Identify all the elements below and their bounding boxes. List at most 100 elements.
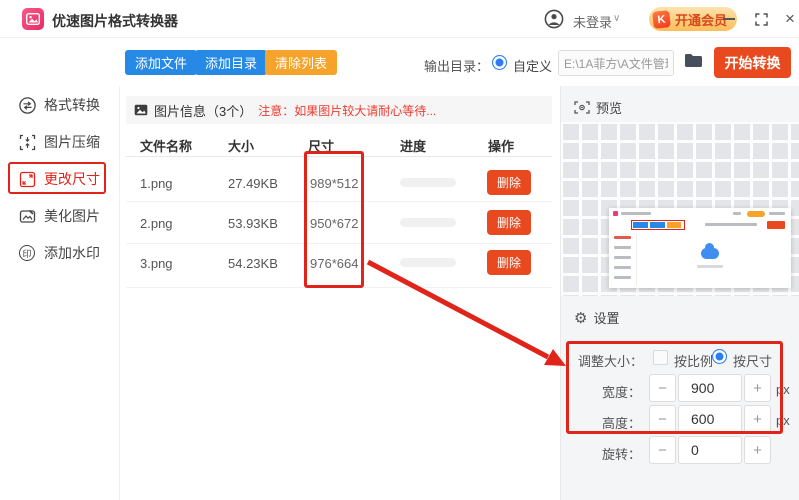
titlebar: 优速图片格式转换器 未登录 ∨ K 开通会员 × [0, 0, 799, 38]
sidebar: 格式转换 图片压缩 更改尺寸 美化图片 印 添加水印 [0, 86, 120, 500]
start-convert-button[interactable]: 开始转换 [714, 47, 791, 78]
browse-folder-icon[interactable] [684, 53, 703, 73]
toolbar: 添加文件 添加目录 清除列表 输出目录： 自定义 开始转换 [0, 38, 799, 86]
height-increment-button[interactable]: + [744, 405, 771, 433]
rotate-input[interactable] [678, 436, 742, 464]
thumb-user-line [733, 212, 741, 215]
sidebar-item-resize[interactable]: 更改尺寸 [18, 168, 100, 190]
width-label: 宽度： [602, 385, 642, 400]
image-info-icon [134, 104, 148, 116]
clear-list-button[interactable]: 清除列表 [265, 50, 338, 75]
watermark-icon: 印 [18, 244, 36, 262]
output-dir-label: 输出目录： [424, 59, 490, 74]
cell-size: 53.93KB [228, 216, 278, 231]
thumb-logo [613, 211, 618, 216]
preview-title: 预览 [596, 101, 623, 116]
cell-dimensions: 989*512 [310, 176, 359, 191]
preview-thumbnail [609, 208, 791, 288]
row-divider [126, 243, 552, 244]
file-info-title: 图片信息（3个） [154, 103, 253, 119]
height-unit: px [776, 413, 790, 428]
compress-icon [18, 133, 36, 151]
column-header-filename: 文件名称 [140, 139, 193, 154]
column-header-progress: 进度 [400, 139, 427, 154]
thumb-cloud-icon [701, 243, 719, 259]
column-header-size: 大小 [228, 139, 255, 154]
thumb-window-controls [769, 212, 785, 215]
rotate-increment-button[interactable]: + [744, 436, 771, 464]
progress-bar [400, 218, 456, 227]
thumb-caption-line [697, 265, 723, 268]
header-divider [126, 156, 552, 157]
cell-filename: 2.png [140, 216, 173, 231]
by-size-radio[interactable] [712, 349, 727, 364]
settings-title: 设置 [593, 311, 620, 326]
minimize-button[interactable] [718, 8, 740, 30]
sidebar-item-label: 格式转换 [44, 97, 100, 113]
preview-eye-icon [574, 101, 590, 114]
gear-icon: ⚙ [574, 309, 588, 327]
thumb-sidebar-line [614, 276, 631, 279]
format-convert-icon [18, 96, 36, 114]
minimize-icon [723, 18, 735, 20]
add-file-button[interactable]: 添加文件 [125, 50, 198, 75]
resize-icon [18, 170, 36, 188]
output-path-input[interactable] [558, 50, 674, 76]
close-button[interactable]: × [779, 8, 799, 30]
width-input[interactable] [678, 374, 742, 402]
thumb-sidebar-line [614, 236, 631, 239]
sidebar-item-label: 添加水印 [44, 245, 100, 261]
by-ratio-checkbox[interactable] [653, 350, 668, 365]
maximize-icon [754, 12, 768, 26]
column-header-dimensions: 尺寸 [308, 139, 335, 154]
add-directory-button[interactable]: 添加目录 [195, 50, 268, 75]
preview-canvas [561, 122, 799, 296]
resize-mode-label: 调整大小： [578, 354, 644, 369]
sidebar-item-label: 更改尺寸 [44, 171, 100, 187]
by-ratio-label: 按比例 [674, 354, 714, 369]
thumb-button-orange [667, 222, 681, 228]
delete-button[interactable]: 删除 [487, 170, 531, 195]
by-size-label: 按尺寸 [733, 354, 773, 369]
file-info-bar: 图片信息（3个） 注意：如果图片较大请耐心等待... [126, 96, 552, 124]
thumb-sidebar-line [614, 256, 631, 259]
custom-dir-label: 自定义 [513, 59, 553, 74]
chevron-down-icon[interactable]: ∨ [613, 13, 620, 24]
delete-button[interactable]: 删除 [487, 210, 531, 235]
width-decrement-button[interactable]: − [649, 374, 676, 402]
cell-dimensions: 976*664 [310, 256, 359, 271]
cell-size: 54.23KB [228, 256, 278, 271]
sidebar-item-format-convert[interactable]: 格式转换 [18, 94, 100, 116]
row-divider [126, 201, 552, 202]
thumb-button-blue1 [633, 222, 648, 228]
cell-dimensions: 950*672 [310, 216, 359, 231]
login-status[interactable]: 未登录 [573, 12, 612, 31]
image-glyph [26, 13, 40, 25]
rotate-decrement-button[interactable]: − [649, 436, 676, 464]
custom-dir-radio[interactable] [492, 55, 507, 70]
cell-filename: 3.png [140, 256, 173, 271]
maximize-button[interactable] [750, 8, 772, 30]
vip-badge-icon: K [652, 9, 671, 29]
sidebar-item-label: 图片压缩 [44, 134, 100, 150]
sidebar-item-beautify[interactable]: 美化图片 [18, 205, 100, 227]
thumb-title-line [621, 212, 651, 215]
width-unit: px [776, 382, 790, 397]
preview-header: 预览 [574, 98, 622, 117]
thumb-divider [636, 234, 637, 286]
sidebar-item-watermark[interactable]: 印 添加水印 [18, 242, 100, 264]
file-info-notice: 注意：如果图片较大请耐心等待... [258, 103, 437, 118]
sidebar-item-compress[interactable]: 图片压缩 [18, 131, 100, 153]
user-avatar-icon[interactable] [544, 9, 564, 34]
row-divider [126, 287, 552, 288]
width-increment-button[interactable]: + [744, 374, 771, 402]
height-decrement-button[interactable]: − [649, 405, 676, 433]
thumb-sidebar-line [614, 266, 631, 269]
height-input[interactable] [678, 405, 742, 433]
delete-button[interactable]: 删除 [487, 250, 531, 275]
thumb-button-blue2 [650, 222, 665, 228]
app-window: 优速图片格式转换器 未登录 ∨ K 开通会员 × 添加文件 添加目录 清除列表 … [0, 0, 799, 500]
progress-bar [400, 258, 456, 267]
cell-size: 27.49KB [228, 176, 278, 191]
thumb-sidebar-line [614, 246, 631, 249]
